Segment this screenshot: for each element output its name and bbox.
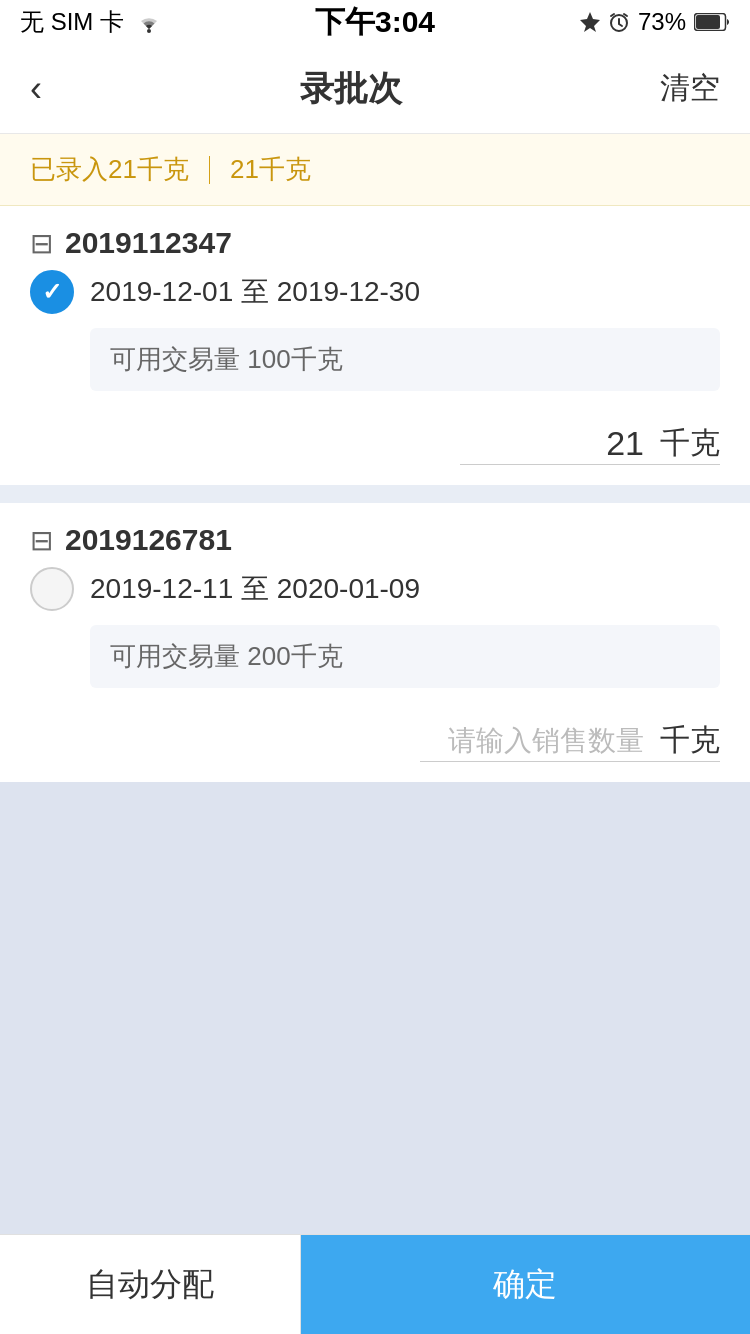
alarm-icon [608, 11, 630, 33]
svg-point-0 [147, 29, 151, 33]
batch-2-input-row: 请输入销售数量 千克 [0, 704, 750, 761]
battery-icon [694, 13, 730, 31]
batch-1-header: ⊟ 2019112347 [30, 226, 720, 260]
recorded-amount-value: 21千克 [230, 152, 311, 187]
batch-2-avail: 可用交易量 200千克 [90, 625, 720, 688]
batch-2-date-row: 2019-12-11 至 2020-01-09 [30, 567, 720, 611]
batch-1-date-row: 2019-12-01 至 2019-12-30 [30, 270, 720, 314]
recorded-amount-label: 已录入21千克 [30, 152, 189, 187]
batch-1-id-icon: ⊟ [30, 227, 53, 260]
location-icon [580, 12, 600, 32]
info-banner: 已录入21千克 21千克 [0, 134, 750, 206]
batch-2-id: 2019126781 [65, 523, 232, 557]
wifi-icon [134, 11, 164, 33]
status-time: 下午3:04 [315, 2, 435, 43]
batch-2-header: ⊟ 2019126781 [30, 523, 720, 557]
batch-1-quantity-row: 21 千克 [0, 407, 750, 464]
page-content: ⊟ 2019112347 2019-12-01 至 2019-12-30 可用交… [0, 206, 750, 1306]
status-bar: 无 SIM 卡 下午3:04 73% [0, 0, 750, 44]
batch-1-avail: 可用交易量 100千克 [90, 328, 720, 391]
back-button[interactable]: ‹ [30, 68, 42, 110]
bottom-fill [0, 782, 750, 1306]
page-title: 录批次 [300, 66, 402, 112]
clear-button[interactable]: 清空 [660, 68, 720, 109]
status-right: 73% [580, 8, 730, 36]
confirm-button[interactable]: 确定 [301, 1235, 750, 1334]
batch-1-id: 2019112347 [65, 226, 232, 260]
batch-1-date: 2019-12-01 至 2019-12-30 [90, 273, 420, 311]
batch-2-radio[interactable] [30, 567, 74, 611]
batch-2-input-placeholder: 请输入销售数量 [448, 722, 644, 760]
batch-1-quantity-unit: 千克 [660, 423, 720, 464]
status-left: 无 SIM 卡 [20, 6, 164, 38]
batch-item-2: ⊟ 2019126781 2019-12-11 至 2020-01-09 可用交… [0, 503, 750, 688]
batch-2-id-icon: ⊟ [30, 524, 53, 557]
batch-1-radio[interactable] [30, 270, 74, 314]
banner-divider [209, 156, 210, 184]
batch-2-date: 2019-12-11 至 2020-01-09 [90, 570, 420, 608]
batch-item-1: ⊟ 2019112347 2019-12-01 至 2019-12-30 可用交… [0, 206, 750, 391]
section-separator [0, 485, 750, 503]
svg-rect-3 [696, 15, 720, 29]
bottom-bar: 自动分配 确定 [0, 1234, 750, 1334]
battery-percent: 73% [638, 8, 686, 36]
auto-distribute-button[interactable]: 自动分配 [0, 1235, 301, 1334]
sim-label: 无 SIM 卡 [20, 6, 124, 38]
batch-card-2: ⊟ 2019126781 2019-12-11 至 2020-01-09 可用交… [0, 503, 750, 782]
batch-2-input-unit: 千克 [660, 720, 720, 761]
batch-1-quantity-value[interactable]: 21 [606, 424, 644, 463]
nav-bar: ‹ 录批次 清空 [0, 44, 750, 134]
batch-card-1: ⊟ 2019112347 2019-12-01 至 2019-12-30 可用交… [0, 206, 750, 485]
